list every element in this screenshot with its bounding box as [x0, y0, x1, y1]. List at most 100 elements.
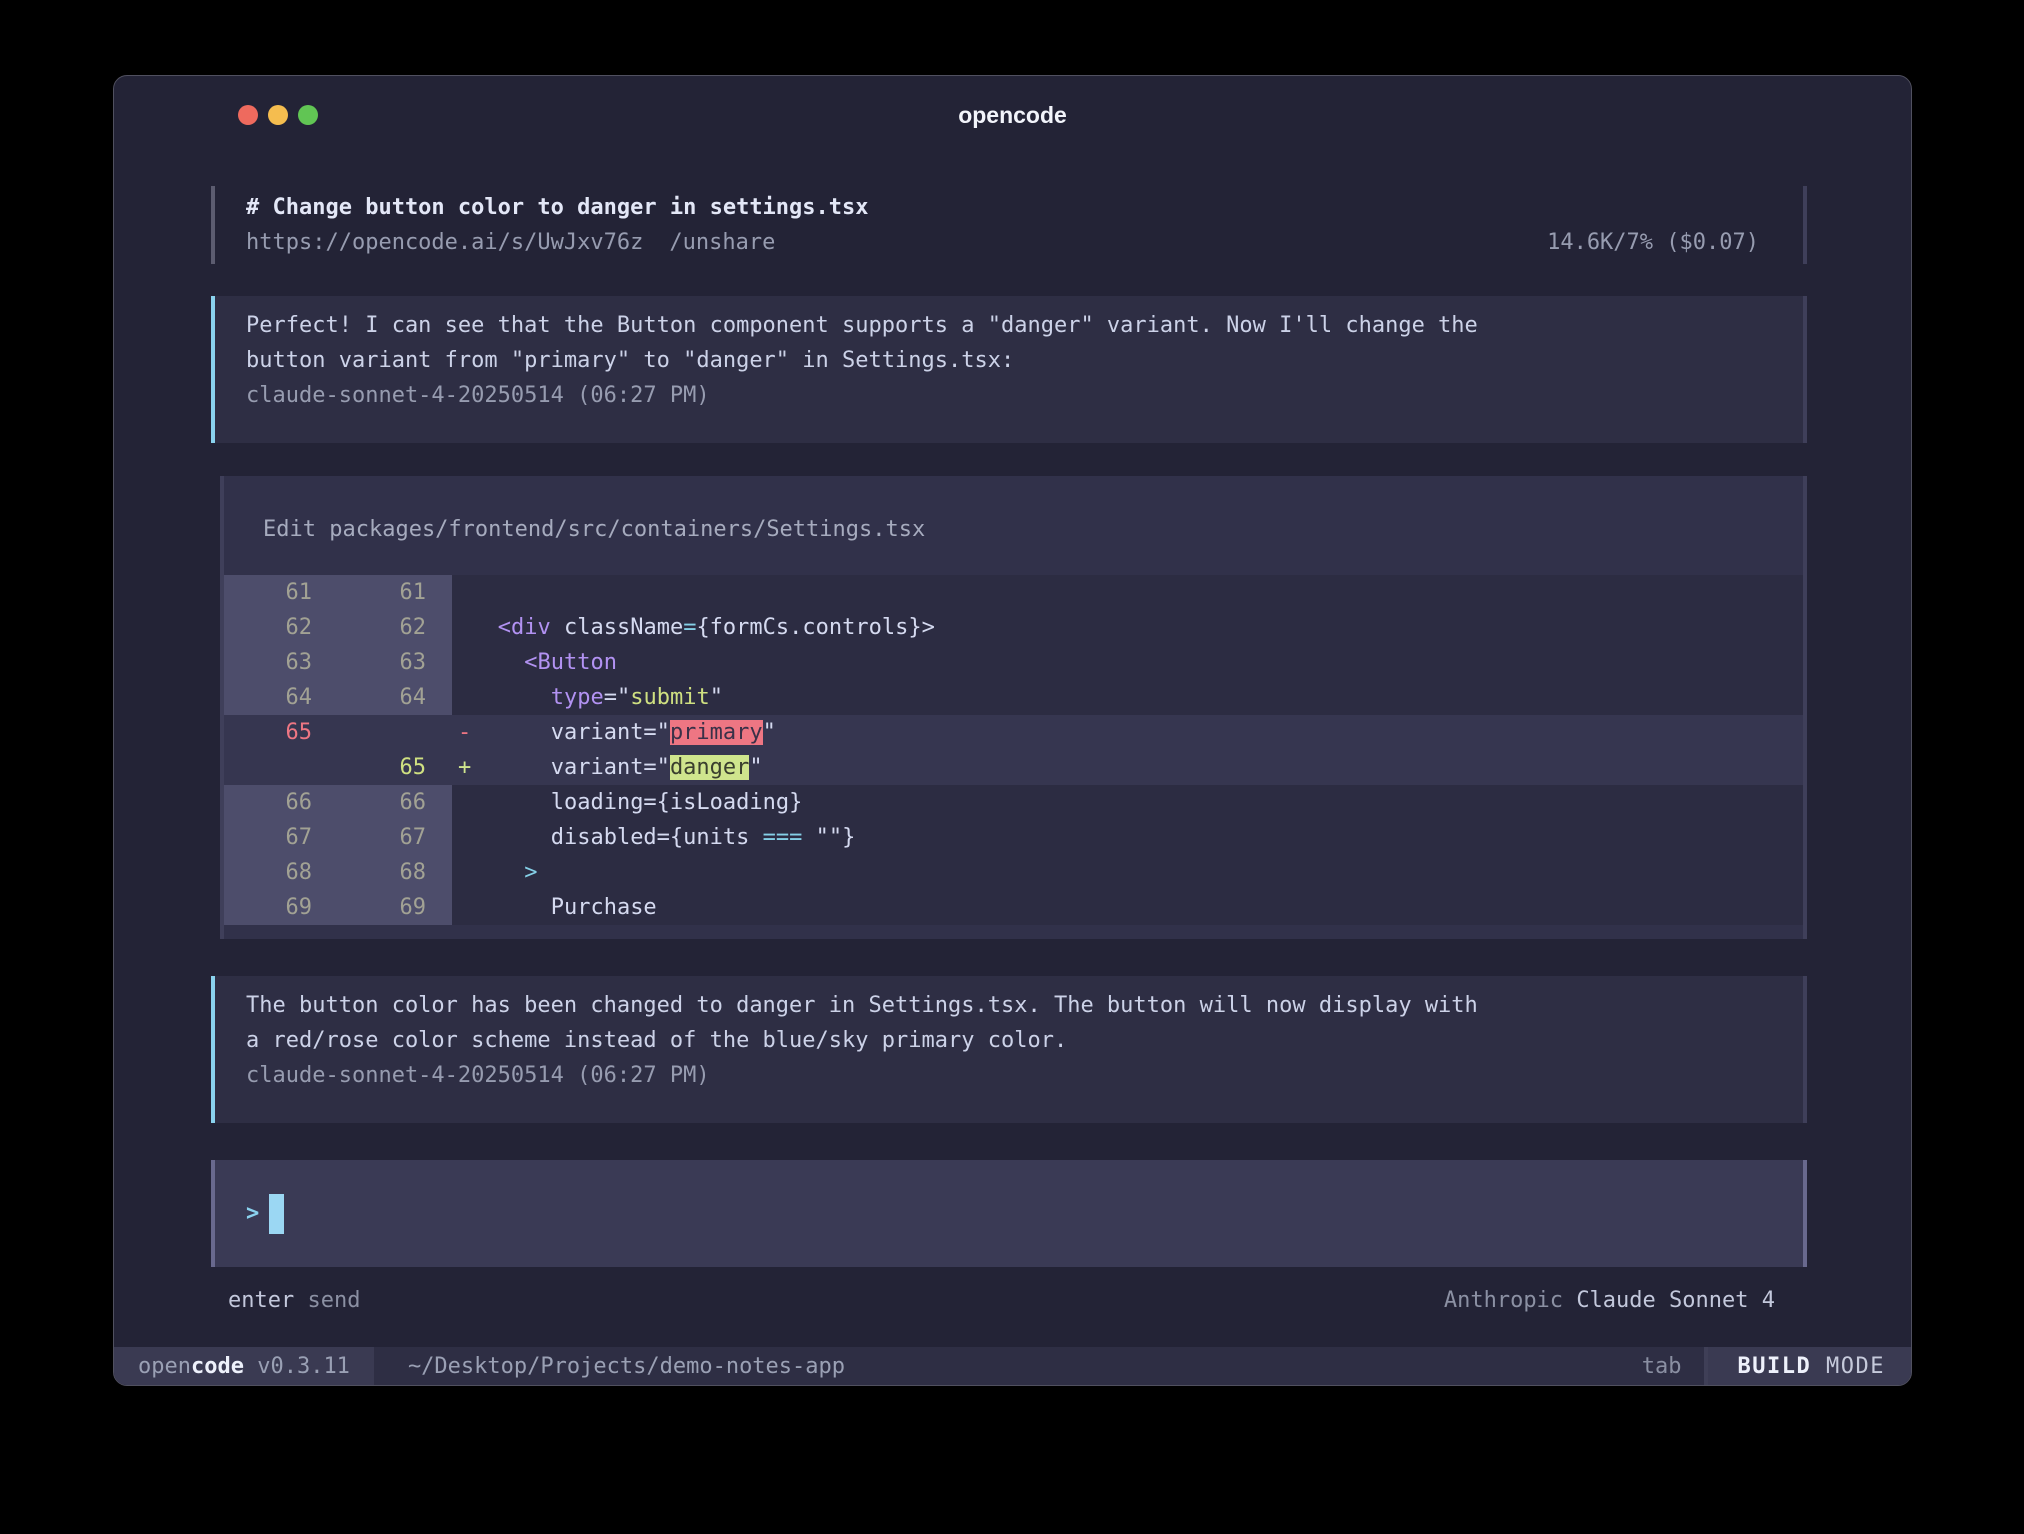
diff-context-marker: [458, 615, 471, 640]
message-model-meta: claude-sonnet-4-20250514 (06:27 PM): [246, 378, 1763, 413]
edit-tool-header: Edit packages/frontend/src/containers/Se…: [224, 512, 1803, 547]
assistant-message: Perfect! I can see that the Button compo…: [211, 296, 1807, 443]
diff-row: 6161: [224, 575, 1803, 610]
diff-row: 6767 disabled={units === ""}: [224, 820, 1803, 855]
code-token: Purchase: [471, 895, 656, 920]
diff-row: 6666 loading={isLoading}: [224, 785, 1803, 820]
app-window: opencode # Change button color to danger…: [113, 75, 1912, 1386]
diff-row: 6262 <div className={formCs.controls}>: [224, 610, 1803, 645]
model-name-gap: [1563, 1283, 1576, 1318]
code-token: [471, 650, 524, 675]
code-token: disabled={units: [471, 825, 762, 850]
diff-row: 6969 Purchase: [224, 890, 1803, 925]
diff-old-line-number: [224, 750, 338, 785]
brand-code: code: [191, 1354, 244, 1379]
diff-old-line-number: 62: [224, 610, 338, 645]
diff-code-line: Purchase: [452, 890, 1803, 925]
code-token: =": [604, 685, 631, 710]
code-token: <div: [498, 615, 551, 640]
edit-tool-card: Edit packages/frontend/src/containers/Se…: [220, 476, 1807, 939]
mode-badge[interactable]: BUILD MODE: [1708, 1347, 1911, 1385]
code-token: ""}: [802, 825, 855, 850]
diff-old-line-number: 64: [224, 680, 338, 715]
diff-old-line-number: 63: [224, 645, 338, 680]
code-token: loading={isLoading}: [471, 790, 802, 815]
window-title: opencode: [114, 102, 1911, 129]
code-token: [471, 685, 550, 710]
diff-context-marker: [458, 895, 471, 920]
diff-new-line-number: 65: [338, 750, 452, 785]
code-token: type: [551, 685, 604, 710]
diff-context-marker: [458, 650, 471, 675]
brand-open: open: [138, 1354, 191, 1379]
header-spacer: [775, 225, 1547, 260]
context-usage: 14.6K/7% ($0.07): [1547, 225, 1759, 260]
diff-new-line-number: 64: [338, 680, 452, 715]
diff-code-line: [452, 575, 1803, 610]
diff-code-line: type="submit": [452, 680, 1803, 715]
app-brand-badge: opencode v0.3.11: [114, 1347, 374, 1385]
code-token: >: [524, 860, 537, 885]
diff-row: 65- variant="primary": [224, 715, 1803, 750]
diff-new-line-number: 63: [338, 645, 452, 680]
diff-code-line: loading={isLoading}: [452, 785, 1803, 820]
code-token: [471, 860, 524, 885]
diff-old-line-number: 66: [224, 785, 338, 820]
model-provider: Anthropic: [1444, 1283, 1563, 1318]
diff-context-marker: [458, 685, 471, 710]
diff-new-line-number: 62: [338, 610, 452, 645]
diff-old-line-number: 67: [224, 820, 338, 855]
diff-old-line-number: 68: [224, 855, 338, 890]
code-token: variant=": [471, 720, 670, 745]
diff-new-line-number: 69: [338, 890, 452, 925]
code-token: ": [710, 685, 723, 710]
diff-context-marker: [458, 825, 471, 850]
session-title: # Change button color to danger in setti…: [246, 190, 1759, 225]
status-bar: opencode v0.3.11 ~/Desktop/Projects/demo…: [114, 1347, 1911, 1385]
share-url[interactable]: https://opencode.ai/s/UwJxv76z: [246, 225, 643, 260]
prompt-input[interactable]: >: [211, 1160, 1807, 1267]
text-cursor: [269, 1194, 284, 1234]
code-token: danger: [670, 755, 749, 780]
code-token: {formCs.controls}>: [696, 615, 934, 640]
diff-plus-marker: +: [458, 755, 471, 780]
session-header: # Change button color to danger in setti…: [211, 186, 1807, 264]
diff-new-line-number: 66: [338, 785, 452, 820]
diff-context-marker: [458, 580, 471, 605]
diff-rows: 6161 6262 <div className={formCs.control…: [224, 575, 1803, 925]
titlebar[interactable]: opencode: [114, 76, 1911, 133]
mode-primary: BUILD: [1738, 1354, 1812, 1379]
code-token: className: [551, 615, 683, 640]
code-token: ": [749, 755, 762, 780]
code-token: variant=": [471, 755, 670, 780]
hint-action: [294, 1283, 307, 1318]
hints-spacer: [360, 1283, 1443, 1318]
diff-minus-marker: -: [458, 720, 471, 745]
diff-old-line-number: 61: [224, 575, 338, 610]
diff-old-line-number: 69: [224, 890, 338, 925]
diff-code-line: + variant="danger": [452, 750, 1803, 785]
code-token: primary: [670, 720, 763, 745]
unshare-command[interactable]: /unshare: [669, 225, 775, 260]
diff-code-line: - variant="primary": [452, 715, 1803, 750]
prompt-chevron: >: [246, 1196, 259, 1231]
code-token: <Button: [524, 650, 617, 675]
message-text-line: button variant from "primary" to "danger…: [246, 343, 1763, 378]
hints-row: enter send Anthropic Claude Sonnet 4: [211, 1283, 1807, 1318]
diff-code-line: disabled={units === ""}: [452, 820, 1803, 855]
code-token: ": [763, 720, 776, 745]
diff-context-marker: [458, 860, 471, 885]
code-token: ===: [763, 825, 803, 850]
message-text-line: Perfect! I can see that the Button compo…: [246, 308, 1763, 343]
diff-row: 65+ variant="danger": [224, 750, 1803, 785]
message-model-meta: claude-sonnet-4-20250514 (06:27 PM): [246, 1058, 1763, 1093]
hint-key: enter: [228, 1283, 294, 1318]
tab-key-hint: tab: [1642, 1354, 1682, 1379]
mode-secondary: MODE: [1811, 1354, 1885, 1379]
app-version: v0.3.11: [244, 1354, 350, 1379]
diff-context-marker: [458, 790, 471, 815]
message-text-line: a red/rose color scheme instead of the b…: [246, 1023, 1763, 1058]
code-token: [471, 615, 498, 640]
diff-new-line-number: [338, 715, 452, 750]
diff-row: 6464 type="submit": [224, 680, 1803, 715]
